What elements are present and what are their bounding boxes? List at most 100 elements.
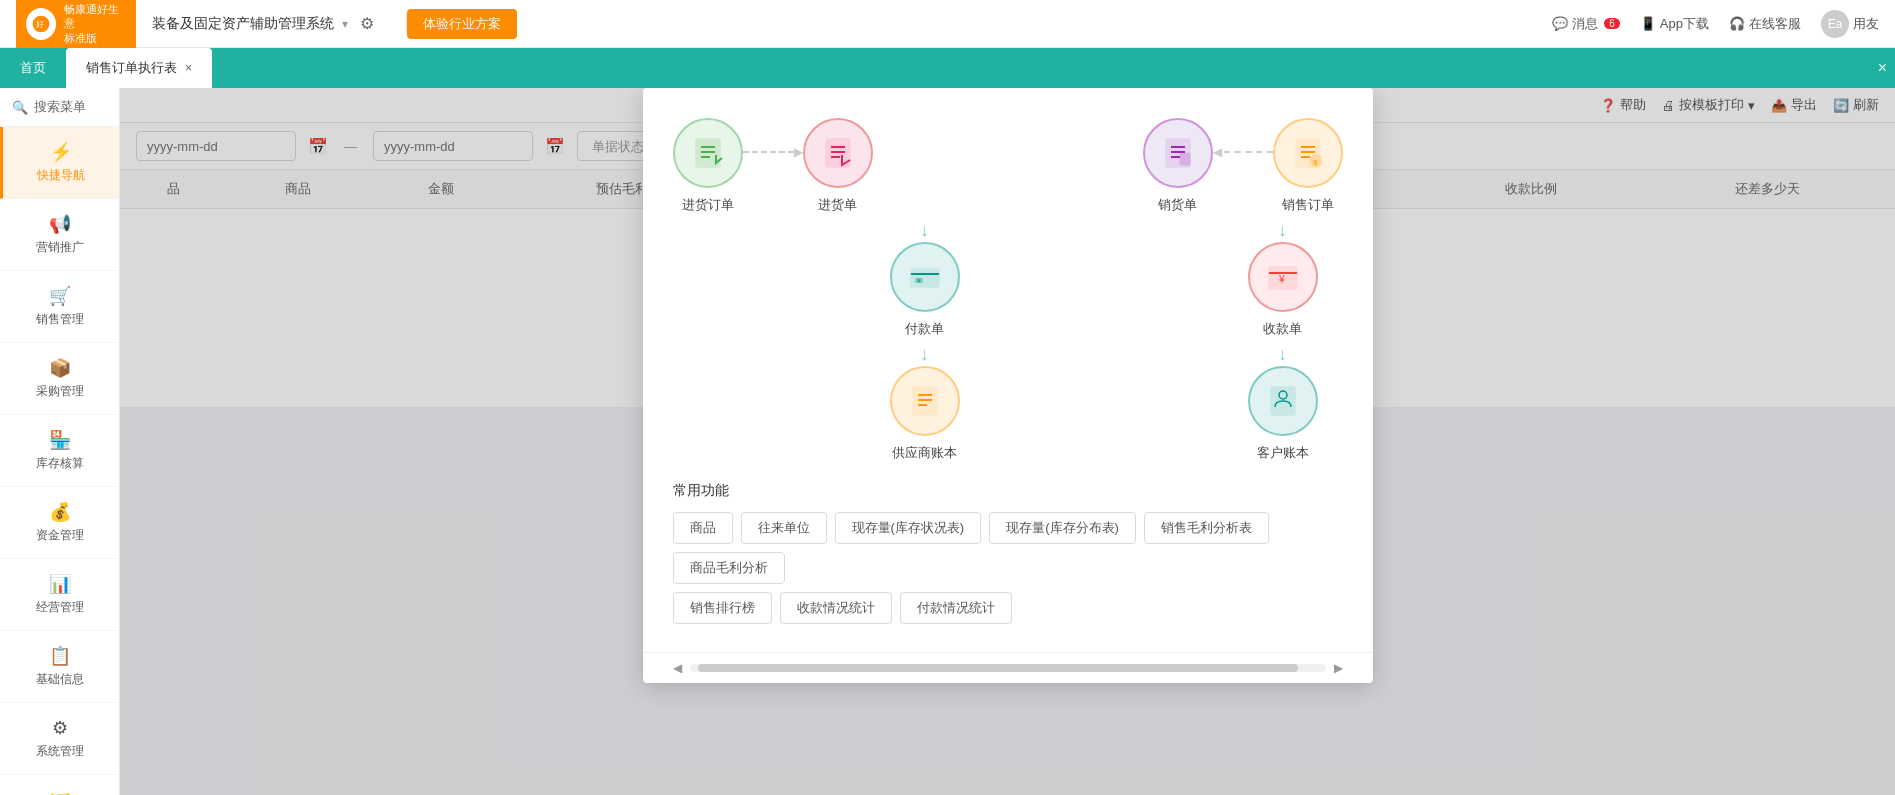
scroll-track	[690, 664, 1326, 672]
window-close-icon[interactable]: ×	[1878, 59, 1887, 77]
online-service-item[interactable]: 🎧 在线客服	[1729, 15, 1801, 33]
avatar: Ea	[1821, 10, 1849, 38]
basic-icon: 📋	[49, 645, 71, 667]
supplier-ledger-node[interactable]	[890, 366, 960, 436]
func-btn-product-gross[interactable]: 商品毛利分析	[673, 552, 785, 584]
scroll-area: ◀ ▶	[643, 652, 1373, 683]
system-title-text: 装备及固定资产辅助管理系统	[152, 15, 334, 33]
tab-close-icon[interactable]: ×	[185, 61, 192, 75]
sales-bill-node[interactable]	[1143, 118, 1213, 188]
svg-text:¥: ¥	[917, 277, 921, 284]
trial-button[interactable]: 体验行业方案	[407, 9, 517, 39]
headset-icon: 🎧	[1729, 16, 1745, 31]
user-item[interactable]: Ea 用友	[1821, 10, 1879, 38]
logo-text: 畅康通好生意 标准版	[64, 2, 126, 45]
phone-icon: 📱	[1640, 16, 1656, 31]
sidebar-item-inventory[interactable]: 🏪 库存核算	[0, 415, 119, 487]
sidebar-item-enterprise[interactable]: 🤝 企业协同	[0, 775, 119, 795]
header-right: 💬 消息 6 📱 App下载 🎧 在线客服 Ea 用友	[1552, 10, 1879, 38]
sales-order-col: $ 销售订单	[1273, 118, 1343, 214]
purchase-bill-label: 进货单	[818, 196, 857, 214]
quick-nav-modal: 进货订单 ▶	[643, 88, 1373, 683]
svg-rect-21	[911, 269, 939, 287]
sales-down-arrow: ↓	[1278, 218, 1287, 242]
message-icon: 💬	[1552, 16, 1568, 31]
func-buttons-row2: 销售排行榜 收款情况统计 付款情况统计	[673, 592, 1343, 624]
quick-nav-icon: ⚡	[50, 141, 72, 163]
scroll-left-arrow[interactable]: ◀	[673, 661, 682, 675]
content-area: ❓ 帮助 🖨 按模板打印 ▾ 📤 导出 🔄 刷新	[120, 88, 1895, 795]
sidebar-item-basic[interactable]: 📋 基础信息	[0, 631, 119, 703]
payment-node[interactable]: ¥	[890, 242, 960, 312]
tab-home[interactable]: 首页	[0, 48, 66, 88]
logo-area: 好 畅康通好生意 标准版	[16, 0, 136, 48]
func-btn-receipt-stats[interactable]: 收款情况统计	[780, 592, 892, 624]
top-header: 好 畅康通好生意 标准版 装备及固定资产辅助管理系统 ▾ ⚙ 体验行业方案 💬 …	[0, 0, 1895, 48]
svg-text:好: 好	[36, 19, 44, 29]
svg-rect-14	[1180, 153, 1190, 165]
sidebar-item-marketing[interactable]: 📢 营销推广	[0, 199, 119, 271]
system-title-area: 装备及固定资产辅助管理系统 ▾ ⚙	[136, 14, 407, 33]
payment-label: 付款单	[905, 320, 944, 338]
system-dropdown-icon[interactable]: ▾	[342, 17, 348, 31]
supplier-ledger-label: 供应商账本	[892, 444, 957, 462]
svg-text:$: $	[1313, 158, 1318, 167]
func-btn-partner[interactable]: 往来单位	[741, 512, 827, 544]
sales-bill-label: 销货单	[1158, 196, 1197, 214]
scroll-right-arrow[interactable]: ▶	[1334, 661, 1343, 675]
scroll-controls: ◀ ▶	[673, 661, 1343, 675]
receipt-node[interactable]: ¥	[1248, 242, 1318, 312]
sidebar-item-business[interactable]: 📊 经营管理	[0, 559, 119, 631]
purchase-bill-col: 进货单	[803, 118, 873, 214]
receipt-down-arrow2: ↓	[1278, 342, 1287, 366]
inventory-icon: 🏪	[49, 429, 71, 451]
sidebar: 🔍 搜索菜单 ⚡ 快捷导航 📢 营销推广 🛒 销售管理 📦 采购管理 🏪 库存核…	[0, 88, 120, 795]
purchase-order-label: 进货订单	[682, 196, 734, 214]
sidebar-item-quick-nav[interactable]: ⚡ 快捷导航	[0, 127, 119, 199]
business-icon: 📊	[49, 573, 71, 595]
sales-order-label: 销售订单	[1282, 196, 1334, 214]
finance-icon: 💰	[49, 501, 71, 523]
svg-text:¥: ¥	[1278, 274, 1285, 285]
func-btn-stock-dist[interactable]: 现存量(库存分布表)	[989, 512, 1136, 544]
receipt-label: 收款单	[1263, 320, 1302, 338]
sales-icon: 🛒	[49, 285, 71, 307]
tab-bar: 首页 销售订单执行表 × ×	[0, 48, 1895, 88]
payment-down-arrow2: ↓	[920, 342, 929, 366]
func-btn-sales-gross[interactable]: 销售毛利分析表	[1144, 512, 1269, 544]
sidebar-item-sales[interactable]: 🛒 销售管理	[0, 271, 119, 343]
func-btn-stock-status[interactable]: 现存量(库存状况表)	[835, 512, 982, 544]
sidebar-item-system[interactable]: ⚙ 系统管理	[0, 703, 119, 775]
purchase-bill-node[interactable]	[803, 118, 873, 188]
main-layout: 🔍 搜索菜单 ⚡ 快捷导航 📢 营销推广 🛒 销售管理 📦 采购管理 🏪 库存核…	[0, 88, 1895, 795]
purchase-order-col: 进货订单	[673, 118, 743, 214]
func-btn-sales-rank[interactable]: 销售排行榜	[673, 592, 772, 624]
customer-ledger-label: 客户账本	[1257, 444, 1309, 462]
common-functions-section: 常用功能 商品 往来单位 现存量(库存状况表) 现存量(库存分布表) 销售毛利分…	[643, 482, 1373, 652]
marketing-icon: 📢	[49, 213, 71, 235]
func-btn-payment-stats[interactable]: 付款情况统计	[900, 592, 1012, 624]
message-badge: 6	[1604, 18, 1620, 29]
app-download-item[interactable]: 📱 App下载	[1640, 15, 1709, 33]
purchase-order-node[interactable]	[673, 118, 743, 188]
purchase-icon: 📦	[49, 357, 71, 379]
sales-order-node[interactable]: $	[1273, 118, 1343, 188]
customer-ledger-node[interactable]	[1248, 366, 1318, 436]
modal-overlay: 进货订单 ▶	[120, 88, 1895, 795]
search-icon: 🔍	[12, 100, 28, 115]
common-func-title: 常用功能	[673, 482, 1343, 500]
func-btn-product[interactable]: 商品	[673, 512, 733, 544]
sales-bill-col: 销货单	[1143, 118, 1213, 214]
func-buttons-row1: 商品 往来单位 现存量(库存状况表) 现存量(库存分布表) 销售毛利分析表 商品…	[673, 512, 1343, 584]
sidebar-item-finance[interactable]: 💰 资金管理	[0, 487, 119, 559]
search-menu[interactable]: 🔍 搜索菜单	[0, 88, 119, 127]
settings-icon[interactable]: ⚙	[360, 14, 374, 33]
enterprise-icon: 🤝	[49, 789, 71, 795]
flow-section: 进货订单 ▶	[643, 88, 1373, 482]
tab-sales-order[interactable]: 销售订单执行表 ×	[66, 48, 212, 88]
scroll-thumb[interactable]	[698, 664, 1298, 672]
logo-icon: 好	[26, 8, 56, 40]
sidebar-item-purchase[interactable]: 📦 采购管理	[0, 343, 119, 415]
system-icon: ⚙	[52, 717, 68, 739]
message-item[interactable]: 💬 消息 6	[1552, 15, 1620, 33]
